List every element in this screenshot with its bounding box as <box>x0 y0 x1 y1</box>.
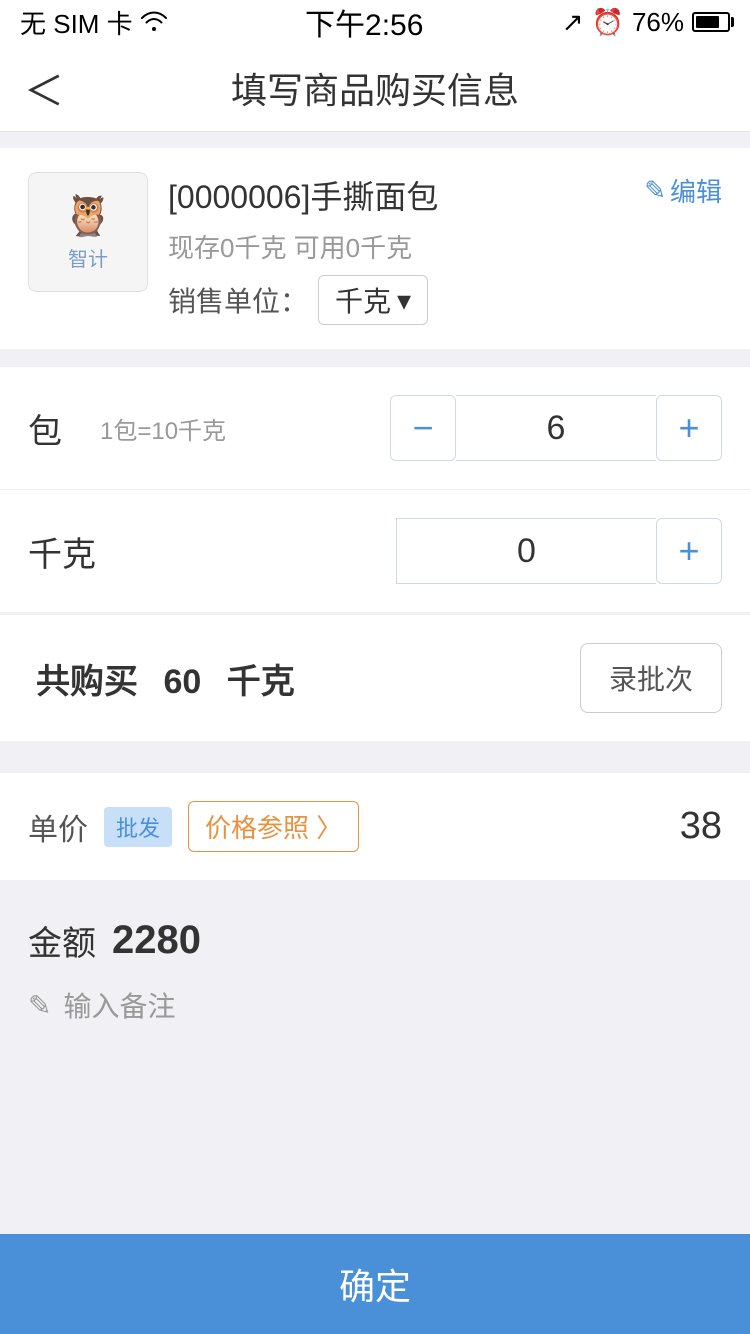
bao-decrement-button[interactable]: − <box>390 395 456 461</box>
battery-icon <box>692 12 730 32</box>
separator-2 <box>0 741 750 757</box>
page-title: 填写商品购买信息 <box>231 62 519 114</box>
separator-1 <box>0 349 750 365</box>
status-right: ↗ ⏰ 76% <box>562 7 730 38</box>
edit-icon: ✎ <box>644 175 666 206</box>
unit-label: 销售单位： <box>168 280 308 320</box>
bao-hint: 1包=10千克 <box>100 411 390 446</box>
pencil-icon: ✎ <box>28 989 51 1022</box>
bao-value: 6 <box>547 409 566 448</box>
batch-tag: 批发 <box>104 807 172 847</box>
bao-input[interactable]: 6 <box>456 395 656 461</box>
amount-value: 2280 <box>112 918 201 963</box>
unit-dropdown[interactable]: 千克 ▾ <box>318 275 428 325</box>
product-thumbnail: 🦉 智计 <box>28 172 148 292</box>
batch-label: 录批次 <box>609 664 693 695</box>
price-label: 单价 <box>28 805 88 849</box>
subtotal-section: 共购买 60 千克 录批次 <box>0 615 750 741</box>
product-unit-row: 销售单位： 千克 ▾ <box>168 275 722 325</box>
price-ref-label: 价格参照 〉 <box>205 808 342 845</box>
alarm-icon: ⏰ <box>592 7 624 38</box>
batch-button[interactable]: 录批次 <box>580 643 722 713</box>
kg-label: 千克 <box>28 527 96 576</box>
amount-section: 金额 2280 ✎ 输入备注 <box>0 880 750 1041</box>
status-left: 无 SIM 卡 <box>20 4 167 41</box>
edit-label: 编辑 <box>670 172 722 209</box>
amount-label: 金额 <box>28 916 96 965</box>
product-info: [0000006]手撕面包 现存0千克 可用0千克 销售单位： 千克 ▾ <box>168 172 722 325</box>
bao-increment-button[interactable]: + <box>656 395 722 461</box>
product-section: 🦉 智计 [0000006]手撕面包 现存0千克 可用0千克 销售单位： 千克 … <box>0 148 750 349</box>
kg-input[interactable]: 0 <box>396 518 656 584</box>
kg-controls: 0 + <box>396 518 722 584</box>
remark-placeholder: 输入备注 <box>63 985 175 1025</box>
carrier-text: 无 SIM 卡 <box>20 4 133 41</box>
subtotal-amount: 60 <box>163 663 201 701</box>
product-logo-label: 智计 <box>68 243 108 272</box>
amount-row: 金额 2280 <box>28 908 722 965</box>
product-logo-icon: 🦉 <box>63 192 113 239</box>
confirm-button[interactable]: 确定 <box>0 1234 750 1334</box>
subtotal-prefix: 共购买 <box>36 663 138 701</box>
bao-controls: − 6 + <box>390 395 722 461</box>
back-button[interactable]: ＜ <box>24 59 64 117</box>
product-name: [0000006]手撕面包 <box>168 172 722 218</box>
status-time: 下午2:56 <box>305 0 423 44</box>
product-stock: 现存0千克 可用0千克 <box>168 228 722 265</box>
confirm-label: 确定 <box>339 1258 411 1310</box>
kg-increment-button[interactable]: + <box>656 518 722 584</box>
price-section: 单价 批发 价格参照 〉 38 <box>0 773 750 880</box>
status-bar: 无 SIM 卡 下午2:56 ↗ ⏰ 76% <box>0 0 750 44</box>
unit-value: 千克 <box>335 280 391 320</box>
kg-value: 0 <box>517 532 536 571</box>
kg-row: 千克 0 + <box>0 490 750 613</box>
wifi-icon <box>141 7 167 38</box>
subtotal-unit: 千克 <box>227 663 295 701</box>
bottom-area: 确定 <box>0 1234 750 1334</box>
price-value: 38 <box>680 805 722 848</box>
bao-label: 包 <box>28 404 88 453</box>
bao-row: 包 1包=10千克 − 6 + <box>0 367 750 490</box>
location-icon: ↗ <box>562 7 584 38</box>
price-ref-button[interactable]: 价格参照 〉 <box>188 801 359 852</box>
quantity-section: 包 1包=10千克 − 6 + 千克 0 + <box>0 367 750 613</box>
edit-button[interactable]: ✎ 编辑 <box>644 172 722 209</box>
dropdown-arrow: ▾ <box>397 284 411 317</box>
remark-row[interactable]: ✎ 输入备注 <box>28 985 722 1041</box>
nav-bar: ＜ 填写商品购买信息 <box>0 44 750 132</box>
battery-text: 76% <box>632 7 684 38</box>
subtotal-text: 共购买 60 千克 <box>28 654 303 703</box>
